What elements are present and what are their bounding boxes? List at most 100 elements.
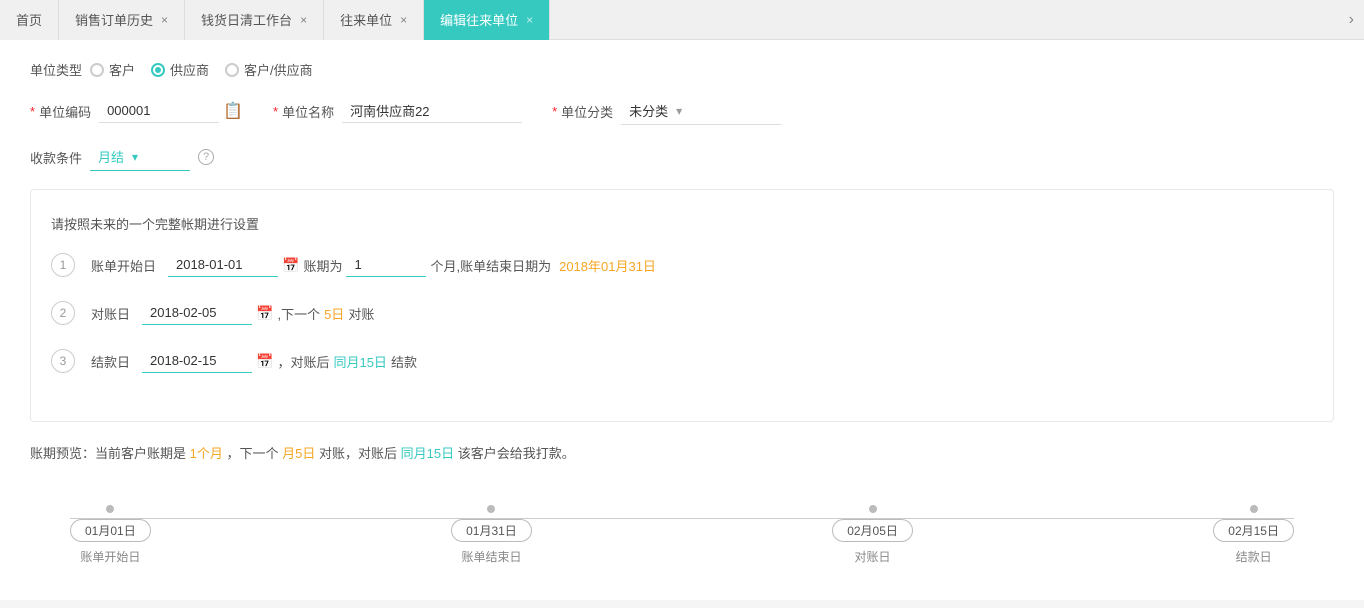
timeline-badge-0: 01月01日 (70, 519, 151, 542)
tab-partner-units[interactable]: 往来单位 × (324, 0, 424, 40)
radio-customer[interactable]: 客户 (90, 60, 135, 79)
unit-name-input[interactable] (342, 99, 522, 123)
tab-cash-workbench-label: 钱货日清工作台 (201, 10, 292, 29)
tab-home[interactable]: 首页 (0, 0, 59, 40)
step-1-row: 1 账单开始日 📅 账期为 个月,账单结束日期为 2018年01月31日 (51, 253, 1313, 277)
timeline-badge-3: 02月15日 (1213, 519, 1294, 542)
unit-name-star: * (273, 104, 278, 119)
step-2-calendar-icon[interactable]: 📅 (256, 305, 273, 322)
unit-type-label: 单位类型 (30, 60, 82, 79)
tab-home-label: 首页 (16, 10, 42, 29)
radio-supplier[interactable]: 供应商 (151, 60, 209, 79)
payment-terms-help[interactable]: ? (198, 149, 214, 165)
tab-sales-history-close[interactable]: × (161, 13, 168, 27)
payment-terms-row: 收款条件 月结 ▾ ? (30, 143, 1334, 171)
step-1-period-unit: 个月,账单结束日期为 (430, 256, 551, 275)
preview-mid2: 对账，对账后 (319, 446, 397, 461)
timeline-label-3: 结款日 (1236, 548, 1272, 565)
tab-partner-units-label: 往来单位 (340, 10, 392, 29)
radio-supplier-circle (151, 63, 165, 77)
step-1-period-label: 账期为 (303, 256, 342, 275)
tab-cash-workbench[interactable]: 钱货日清工作台 × (185, 0, 324, 40)
unit-name-group: * 单位名称 (273, 99, 522, 123)
timeline-line (70, 518, 1294, 519)
step-2-highlight: 5日 (324, 304, 344, 323)
step-1-period-end: 2018年01月31日 (559, 256, 656, 275)
step-2-num: 2 (51, 301, 75, 325)
step-2-row: 2 对账日 📅 ,下一个 5日 对账 (51, 301, 1313, 325)
unit-category-group: * 单位分类 未分类 ▾ (552, 97, 781, 125)
step-2-suffix: 对账 (348, 304, 374, 323)
step-1-calendar-icon[interactable]: 📅 (282, 257, 299, 274)
preview-suffix: 该客户会给我打款。 (458, 446, 575, 461)
timeline-label-2: 对账日 (855, 548, 891, 565)
unit-category-arrow: ▾ (676, 104, 682, 118)
timeline-dot-3 (1250, 505, 1258, 513)
step-1-date-input[interactable] (168, 253, 278, 277)
timeline-dot-0 (106, 505, 114, 513)
step-3-row: 3 结款日 📅 ，对账后 同月15日 结款 (51, 349, 1313, 373)
tab-sales-history-label: 销售订单历史 (75, 10, 153, 29)
step-1-num: 1 (51, 253, 75, 277)
preview-reconcile: 月5日 (282, 446, 315, 461)
tab-overflow-arrow[interactable]: › (1339, 11, 1364, 29)
settings-panel: 请按照未来的一个完整帐期进行设置 1 账单开始日 📅 账期为 个月,账单结束日期… (30, 189, 1334, 422)
radio-customer-circle (90, 63, 104, 77)
step-2-date-input[interactable] (142, 301, 252, 325)
code-name-category-row: * 单位编码 📋 * 单位名称 * 单位分类 未分类 ▾ (30, 97, 1334, 125)
step-3-date-input[interactable] (142, 349, 252, 373)
unit-code-icon[interactable]: 📋 (223, 101, 243, 121)
timeline-node-0: 01月01日 账单开始日 (70, 505, 151, 565)
preview-month: 1个月 (190, 446, 223, 461)
unit-name-label: 单位名称 (282, 102, 334, 121)
unit-code-star: * (30, 104, 35, 119)
step-1-label: 账单开始日 (91, 256, 156, 275)
step-1-period-input[interactable] (346, 253, 426, 277)
tab-partner-units-close[interactable]: × (400, 13, 407, 27)
radio-supplier-label: 供应商 (170, 60, 209, 79)
step-3-suffix: 结款 (391, 352, 417, 371)
radio-both[interactable]: 客户/供应商 (225, 60, 313, 79)
radio-both-label: 客户/供应商 (244, 60, 313, 79)
panel-title: 请按照未来的一个完整帐期进行设置 (51, 214, 1313, 233)
timeline-badge-1: 01月31日 (451, 519, 532, 542)
timeline-node-3: 02月15日 结款日 (1213, 505, 1294, 565)
timeline-badge-2: 02月05日 (832, 519, 913, 542)
unit-type-radio-group: 客户 供应商 客户/供应商 (90, 60, 313, 79)
unit-category-label: 单位分类 (561, 102, 613, 121)
tab-edit-partner-label: 编辑往来单位 (440, 10, 518, 29)
tab-edit-partner[interactable]: 编辑往来单位 × (424, 0, 550, 40)
preview-payment: 同月15日 (401, 446, 454, 461)
preview-text: 账期预览：当前客户账期是 1个月 ，下一个 月5日 对账，对账后 同月15日 该… (30, 442, 1334, 465)
timeline-label-1: 账单结束日 (461, 548, 521, 565)
unit-category-star: * (552, 104, 557, 119)
radio-both-circle (225, 63, 239, 77)
payment-terms-arrow: ▾ (132, 150, 138, 164)
preview-prefix: 账期预览：当前客户账期是 (30, 446, 186, 461)
timeline-dot-2 (869, 505, 877, 513)
payment-terms-select[interactable]: 月结 ▾ (90, 143, 190, 171)
radio-customer-label: 客户 (109, 60, 135, 79)
payment-terms-label: 收款条件 (30, 148, 82, 167)
timeline-node-2: 02月05日 对账日 (832, 505, 913, 565)
unit-type-row: 单位类型 客户 供应商 客户/供应商 (30, 60, 1334, 79)
tab-edit-partner-close[interactable]: × (526, 13, 533, 27)
step-2-prefix: ,下一个 (277, 304, 320, 323)
step-3-calendar-icon[interactable]: 📅 (256, 353, 273, 370)
unit-code-input[interactable] (99, 99, 219, 123)
tab-cash-workbench-close[interactable]: × (300, 13, 307, 27)
preview-mid: ，下一个 (227, 446, 279, 461)
timeline-dot-1 (487, 505, 495, 513)
tab-sales-history[interactable]: 销售订单历史 × (59, 0, 185, 40)
timeline-node-1: 01月31日 账单结束日 (451, 505, 532, 565)
step-3-num: 3 (51, 349, 75, 373)
unit-category-value: 未分类 (629, 101, 668, 120)
unit-code-group: * 单位编码 📋 (30, 99, 243, 123)
tabs-bar: 首页 销售订单历史 × 钱货日清工作台 × 往来单位 × 编辑往来单位 × › (0, 0, 1364, 40)
step-3-prefix: ，对账后 (277, 352, 329, 371)
unit-category-select[interactable]: 未分类 ▾ (621, 97, 781, 125)
step-2-label: 对账日 (91, 304, 130, 323)
step-3-label: 结款日 (91, 352, 130, 371)
unit-code-label: 单位编码 (39, 102, 91, 121)
timeline-label-0: 账单开始日 (80, 548, 140, 565)
